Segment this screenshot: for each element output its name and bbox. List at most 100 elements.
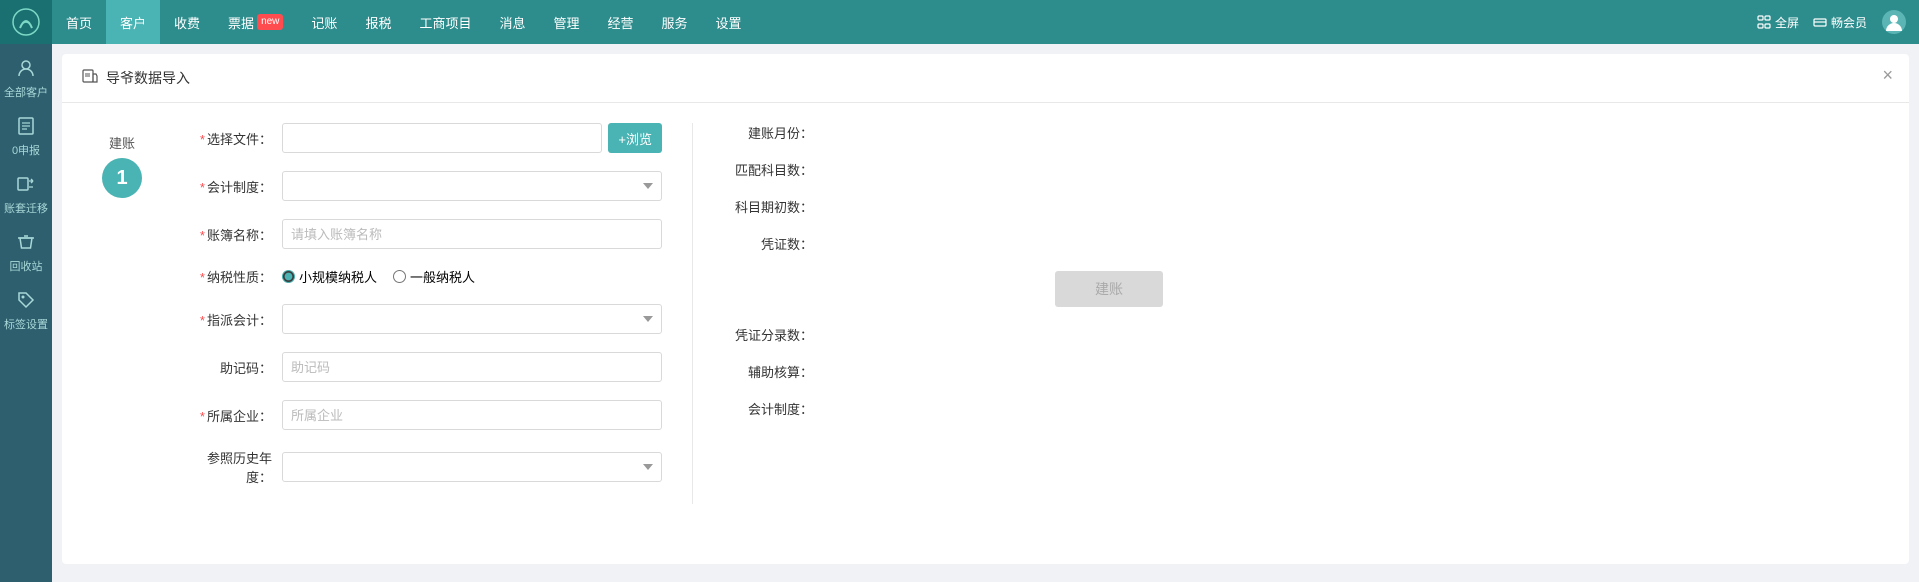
tag-settings-icon xyxy=(16,290,36,313)
step-circle: 1 xyxy=(102,158,142,198)
sidebar-label-declaration: 0申报 xyxy=(12,142,40,158)
sidebar: 全部客户 0申报 账套迁移 xyxy=(0,44,52,582)
nav-item-manage[interactable]: 管理 xyxy=(539,0,593,44)
sidebar-item-recycle[interactable]: 回收站 xyxy=(0,224,52,282)
label-accounting: 会计制度： xyxy=(182,177,282,196)
form-row-bookname: 账簿名称： xyxy=(182,219,662,249)
label-match-subjects: 匹配科目数： xyxy=(723,160,823,179)
member-btn[interactable]: 畅会员 xyxy=(1813,14,1867,31)
step-section: 建账 1 xyxy=(62,123,182,504)
form-row-mnemonic: 助记码： xyxy=(182,352,662,382)
form-row-aux-accounting: 辅助核算： xyxy=(723,362,1203,381)
accounting-select[interactable] xyxy=(282,171,662,201)
form-row-history-year: 参照历史年度： xyxy=(182,448,662,486)
create-account-button[interactable]: 建账 xyxy=(1055,271,1163,307)
label-history-year: 参照历史年度： xyxy=(182,448,282,486)
label-voucher-count: 凭证数： xyxy=(723,234,823,253)
nav-item-home[interactable]: 首页 xyxy=(52,0,106,44)
accountant-select[interactable] xyxy=(282,304,662,334)
radio-label-small: 小规模纳税人 xyxy=(299,267,377,286)
bookname-input[interactable] xyxy=(282,219,662,249)
taxtype-radio-group: 小规模纳税人 一般纳税人 xyxy=(282,267,475,286)
sidebar-label-tag-settings: 标签设置 xyxy=(4,316,48,332)
label-accountant: 指派会计： xyxy=(182,310,282,329)
form-row-accountant: 指派会计： xyxy=(182,304,662,334)
step-label: 建账 xyxy=(109,133,135,152)
sidebar-item-declaration[interactable]: 0申报 xyxy=(0,108,52,166)
form-row-accounting-system: 会计制度： xyxy=(723,399,1203,418)
nav-item-service[interactable]: 服务 xyxy=(648,0,702,44)
form-container: 建账 1 选择文件： +浏览 会计制度： xyxy=(62,103,1909,524)
member-icon xyxy=(1813,15,1827,29)
label-taxtype: 纳税性质： xyxy=(182,267,282,286)
nav-item-fee[interactable]: 收费 xyxy=(160,0,214,44)
label-file: 选择文件： xyxy=(182,129,282,148)
top-nav: 首页 客户 收费 票据 new 记账 报税 工商项目 消息 管理 经营 服务 设… xyxy=(0,0,1919,44)
fullscreen-label: 全屏 xyxy=(1775,14,1799,31)
nav-item-invoice[interactable]: 票据 new xyxy=(214,0,297,44)
file-input-wrap: +浏览 xyxy=(282,123,662,153)
sidebar-item-all-customers[interactable]: 全部客户 xyxy=(0,50,52,108)
label-mnemonic: 助记码： xyxy=(182,358,282,377)
main-card: 导爷数据导入 × 建账 1 选择文件： +浏览 xyxy=(62,54,1909,564)
nav-item-tax[interactable]: 报税 xyxy=(351,0,405,44)
new-badge: new xyxy=(257,14,283,30)
fullscreen-btn[interactable]: 全屏 xyxy=(1757,14,1799,31)
label-accounting-system: 会计制度： xyxy=(723,399,823,418)
label-company: 所属企业： xyxy=(182,406,282,425)
form-row-voucher-count: 凭证数： xyxy=(723,234,1203,253)
content-area: 导爷数据导入 × 建账 1 选择文件： +浏览 xyxy=(52,44,1919,582)
sidebar-label-account-migration: 账套迁移 xyxy=(4,200,48,216)
form-row-match-subjects: 匹配科目数： xyxy=(723,160,1203,179)
nav-items: 首页 客户 收费 票据 new 记账 报税 工商项目 消息 管理 经营 服务 设… xyxy=(52,0,1757,44)
file-input[interactable] xyxy=(282,123,602,153)
company-input[interactable] xyxy=(282,400,662,430)
fullscreen-icon xyxy=(1757,15,1771,29)
logo xyxy=(0,0,52,44)
form-row-initial-amount: 科目期初数： xyxy=(723,197,1203,216)
nav-item-customer[interactable]: 客户 xyxy=(106,0,160,44)
form-row-taxtype: 纳税性质： 小规模纳税人 一般纳税人 xyxy=(182,267,662,286)
form-row-file: 选择文件： +浏览 xyxy=(182,123,662,153)
account-migration-icon xyxy=(16,174,36,197)
user-avatar[interactable] xyxy=(1881,9,1907,35)
form-row-voucher-entries: 凭证分录数： xyxy=(723,325,1203,344)
card-header: 导爷数据导入 × xyxy=(62,54,1909,103)
mnemonic-input[interactable] xyxy=(282,352,662,382)
member-label: 畅会员 xyxy=(1831,14,1867,31)
declaration-icon xyxy=(16,116,36,139)
label-initial-amount: 科目期初数： xyxy=(723,197,823,216)
close-button[interactable]: × xyxy=(1882,66,1893,84)
sidebar-item-account-migration[interactable]: 账套迁移 xyxy=(0,166,52,224)
radio-label-general: 一般纳税人 xyxy=(410,267,475,286)
sidebar-label-all-customers: 全部客户 xyxy=(4,84,48,100)
sidebar-label-recycle: 回收站 xyxy=(10,258,43,274)
form-row-accounting: 会计制度： xyxy=(182,171,662,201)
all-customers-icon xyxy=(16,58,36,81)
form-row-company: 所属企业： xyxy=(182,400,662,430)
sidebar-item-tag-settings[interactable]: 标签设置 xyxy=(0,282,52,340)
nav-item-settings[interactable]: 设置 xyxy=(702,0,756,44)
nav-item-bookkeeping[interactable]: 记账 xyxy=(297,0,351,44)
main-layout: 全部客户 0申报 账套迁移 xyxy=(0,44,1919,582)
radio-small-taxpayer[interactable]: 小规模纳税人 xyxy=(282,267,377,286)
card-title: 导爷数据导入 xyxy=(106,68,190,88)
left-form: 选择文件： +浏览 会计制度： 账簿名称： xyxy=(182,123,682,504)
right-form: 建账月份： 匹配科目数： 科目期初数： 凭证数： xyxy=(703,123,1203,504)
nav-item-message[interactable]: 消息 xyxy=(485,0,539,44)
recycle-icon xyxy=(16,232,36,255)
nav-right: 全屏 畅会员 xyxy=(1757,9,1919,35)
nav-item-business[interactable]: 工商项目 xyxy=(405,0,485,44)
browse-button[interactable]: +浏览 xyxy=(608,123,662,153)
import-icon xyxy=(82,69,98,88)
history-year-select[interactable] xyxy=(282,452,662,482)
label-voucher-entries: 凭证分录数： xyxy=(723,325,823,344)
label-account-month: 建账月份： xyxy=(723,123,823,142)
label-aux-accounting: 辅助核算： xyxy=(723,362,823,381)
form-row-account-month: 建账月份： xyxy=(723,123,1203,142)
label-bookname: 账簿名称： xyxy=(182,225,282,244)
nav-item-operation[interactable]: 经营 xyxy=(594,0,648,44)
form-divider xyxy=(692,123,693,504)
radio-general-taxpayer[interactable]: 一般纳税人 xyxy=(393,267,475,286)
avatar-icon xyxy=(1881,9,1907,35)
